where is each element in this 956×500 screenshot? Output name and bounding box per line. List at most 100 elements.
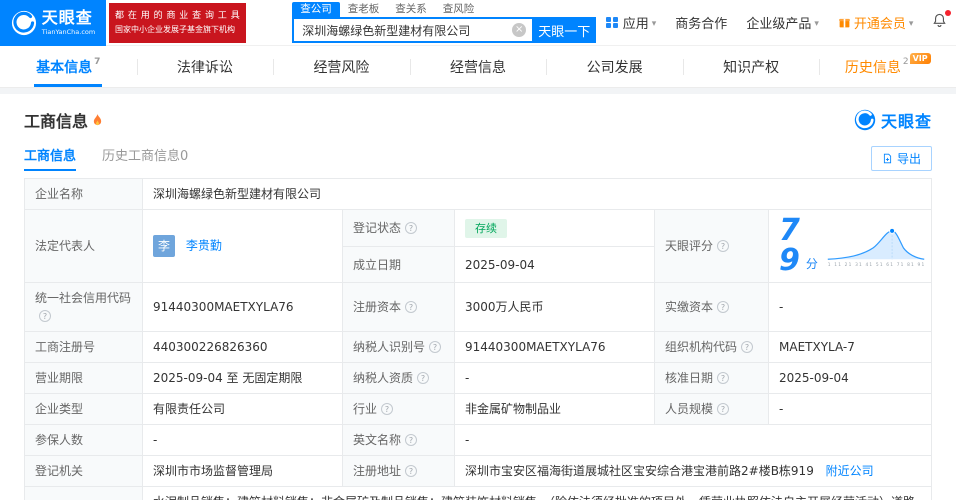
- legal-rep-avatar[interactable]: 李: [153, 235, 175, 257]
- help-icon[interactable]: [381, 403, 394, 415]
- tab-basic-info[interactable]: 基本信息 7: [0, 46, 137, 87]
- subtab-history-business-info[interactable]: 历史工商信息0: [102, 145, 188, 171]
- top-nav: 应用 商务合作 企业级产品 开通会员 超级: [596, 10, 956, 36]
- search-zone: 查公司 查老板 查关系 查风险 天眼一下: [292, 2, 597, 43]
- field-label-establish-date: 成立日期: [342, 246, 455, 283]
- subtab-business-info[interactable]: 工商信息: [24, 145, 77, 171]
- slogan-line1: 都 在 用 的 商 业 查 询 工 具: [115, 11, 241, 22]
- search-tab-boss[interactable]: 查老板: [340, 2, 388, 17]
- business-info-table: 企业名称 深圳海螺绿色新型建材有限公司 法定代表人 李 李贵勤 登记状态 存续 …: [24, 178, 932, 500]
- chevron-down-icon: [814, 15, 819, 30]
- field-value-english-name: -: [454, 424, 932, 456]
- help-icon[interactable]: [741, 341, 754, 353]
- tab-count-badge: 2: [902, 56, 909, 67]
- slogan-badge: 都 在 用 的 商 业 查 询 工 具 国家中小企业发展子基金旗下机构: [109, 2, 247, 43]
- field-label-term: 营业期限: [24, 362, 143, 394]
- help-icon[interactable]: [429, 341, 442, 353]
- nav-open-vip[interactable]: 开通会员: [838, 13, 914, 32]
- export-button[interactable]: 导出: [870, 145, 932, 171]
- field-label-approve-date: 核准日期: [654, 362, 769, 394]
- search-button[interactable]: 天眼一下: [532, 17, 597, 43]
- field-value-org-code: MAETXYLA-7: [768, 331, 932, 363]
- vip-badge: VIP: [909, 53, 931, 64]
- tab-legal-proceedings[interactable]: 法律诉讼: [136, 46, 274, 87]
- field-value-company-type: 有限责任公司: [142, 393, 343, 425]
- company-tabbar: 基本信息 7 法律诉讼 经营风险 经营信息 公司发展 知识产权 历史信息 2 V…: [0, 46, 956, 88]
- field-label-legal-rep: 法定代表人: [24, 209, 143, 283]
- field-value-industry: 非金属矿物制品业: [454, 393, 655, 425]
- field-value-approve-date: 2025-09-04: [768, 362, 932, 394]
- field-label-company-type: 企业类型: [24, 393, 143, 425]
- tab-operating-info[interactable]: 经营信息: [409, 46, 547, 87]
- tianyancha-logo[interactable]: 天眼查 TianYanCha.com: [0, 0, 106, 46]
- help-icon[interactable]: [405, 465, 418, 477]
- notification-dot: [945, 10, 952, 16]
- legal-rep-link[interactable]: 李贵勤: [186, 239, 222, 253]
- help-icon[interactable]: [405, 301, 418, 313]
- help-icon[interactable]: [417, 372, 430, 384]
- field-value-term: 2025-09-04 至 无固定期限: [142, 362, 343, 394]
- field-label-reg-status: 登记状态: [342, 208, 455, 248]
- chevron-down-icon: [909, 15, 914, 30]
- export-icon: [883, 153, 892, 163]
- logo-domain: TianYanCha.com: [41, 27, 96, 36]
- field-value-paid-capital: -: [768, 282, 932, 332]
- nav-cooperation-label: 商务合作: [675, 17, 728, 32]
- help-icon[interactable]: [717, 372, 730, 384]
- tab-count-badge: 7: [94, 56, 101, 67]
- field-value-credit-code: 91440300MAETXYLA76: [142, 282, 343, 332]
- tab-intellectual-property[interactable]: 知识产权: [682, 46, 820, 87]
- table-row: 统一社会信用代码 91440300MAETXYLA76 注册资本 3000万人民…: [24, 282, 932, 332]
- gift-icon: [839, 18, 850, 28]
- status-badge: 存续: [465, 218, 507, 238]
- tab-label: 基本信息: [36, 59, 93, 76]
- nav-cooperation[interactable]: 商务合作: [675, 13, 727, 32]
- nav-apps-label: 应用: [622, 17, 649, 32]
- field-label-paid-capital: 实缴资本: [654, 282, 769, 332]
- help-icon[interactable]: [717, 403, 730, 415]
- flame-icon: [92, 113, 103, 127]
- help-icon[interactable]: [717, 240, 730, 252]
- field-value-score: 79 分 1 11 21 31 41 51 61 71 81 91: [768, 209, 932, 283]
- field-label-score: 天眼评分: [654, 209, 769, 283]
- tianyancha-logo-icon: [11, 10, 37, 36]
- help-icon[interactable]: [405, 222, 418, 235]
- notification-bell[interactable]: [932, 10, 952, 32]
- table-row: 工商注册号 440300226826360 纳税人识别号 91440300MAE…: [24, 331, 932, 363]
- field-label-english-name: 英文名称: [342, 424, 455, 456]
- help-icon[interactable]: [717, 301, 730, 313]
- nearby-companies-link[interactable]: 附近公司: [826, 464, 874, 478]
- field-label-org-code: 组织机构代码: [654, 331, 769, 363]
- tianyancha-watermark-icon: [854, 109, 876, 131]
- field-label-credit-code: 统一社会信用代码: [24, 282, 143, 332]
- nav-open-vip-label: 开通会员: [853, 17, 906, 32]
- tab-company-development[interactable]: 公司发展: [546, 46, 683, 87]
- search-input[interactable]: [292, 17, 533, 43]
- score-value: 79: [779, 213, 800, 278]
- help-icon[interactable]: [405, 434, 418, 446]
- field-value-taxpayer-id: 91440300MAETXYLA76: [454, 331, 655, 363]
- field-label-company-name: 企业名称: [24, 178, 143, 210]
- nav-enterprise[interactable]: 企业级产品: [746, 13, 819, 32]
- field-label-taxpayer-id: 纳税人识别号: [342, 331, 455, 363]
- table-row: 法定代表人 李 李贵勤 登记状态 存续 天眼评分 79 分: [24, 208, 932, 283]
- tianyancha-watermark: 天眼查: [854, 108, 932, 132]
- field-label-business-scope: 经营范围: [24, 486, 143, 500]
- field-label-taxpayer-qual: 纳税人资质: [342, 362, 455, 394]
- help-icon[interactable]: [39, 310, 51, 322]
- section-title: 工商信息: [24, 112, 89, 131]
- tab-label: 历史信息: [844, 59, 901, 76]
- tab-history-info[interactable]: 历史信息 2 VIP: [819, 46, 956, 87]
- search-tab-company[interactable]: 查公司: [292, 2, 340, 17]
- top-header: 天眼查 TianYanCha.com 都 在 用 的 商 业 查 询 工 具 国…: [0, 0, 956, 46]
- nav-apps[interactable]: 应用: [606, 13, 656, 32]
- search-tab-risk[interactable]: 查风险: [435, 2, 483, 17]
- score-axis-ticks: 1 11 21 31 41 51 61 71 81 91: [828, 262, 925, 268]
- tab-operating-risk[interactable]: 经营风险: [273, 46, 410, 87]
- field-label-address: 注册地址: [342, 455, 455, 487]
- field-value-reg-authority: 深圳市市场监督管理局: [142, 455, 343, 487]
- field-label-industry: 行业: [342, 393, 455, 425]
- field-value-reg-status: 存续: [454, 208, 655, 248]
- search-tab-relation[interactable]: 查关系: [387, 2, 435, 17]
- field-value-insured-num: -: [142, 424, 343, 456]
